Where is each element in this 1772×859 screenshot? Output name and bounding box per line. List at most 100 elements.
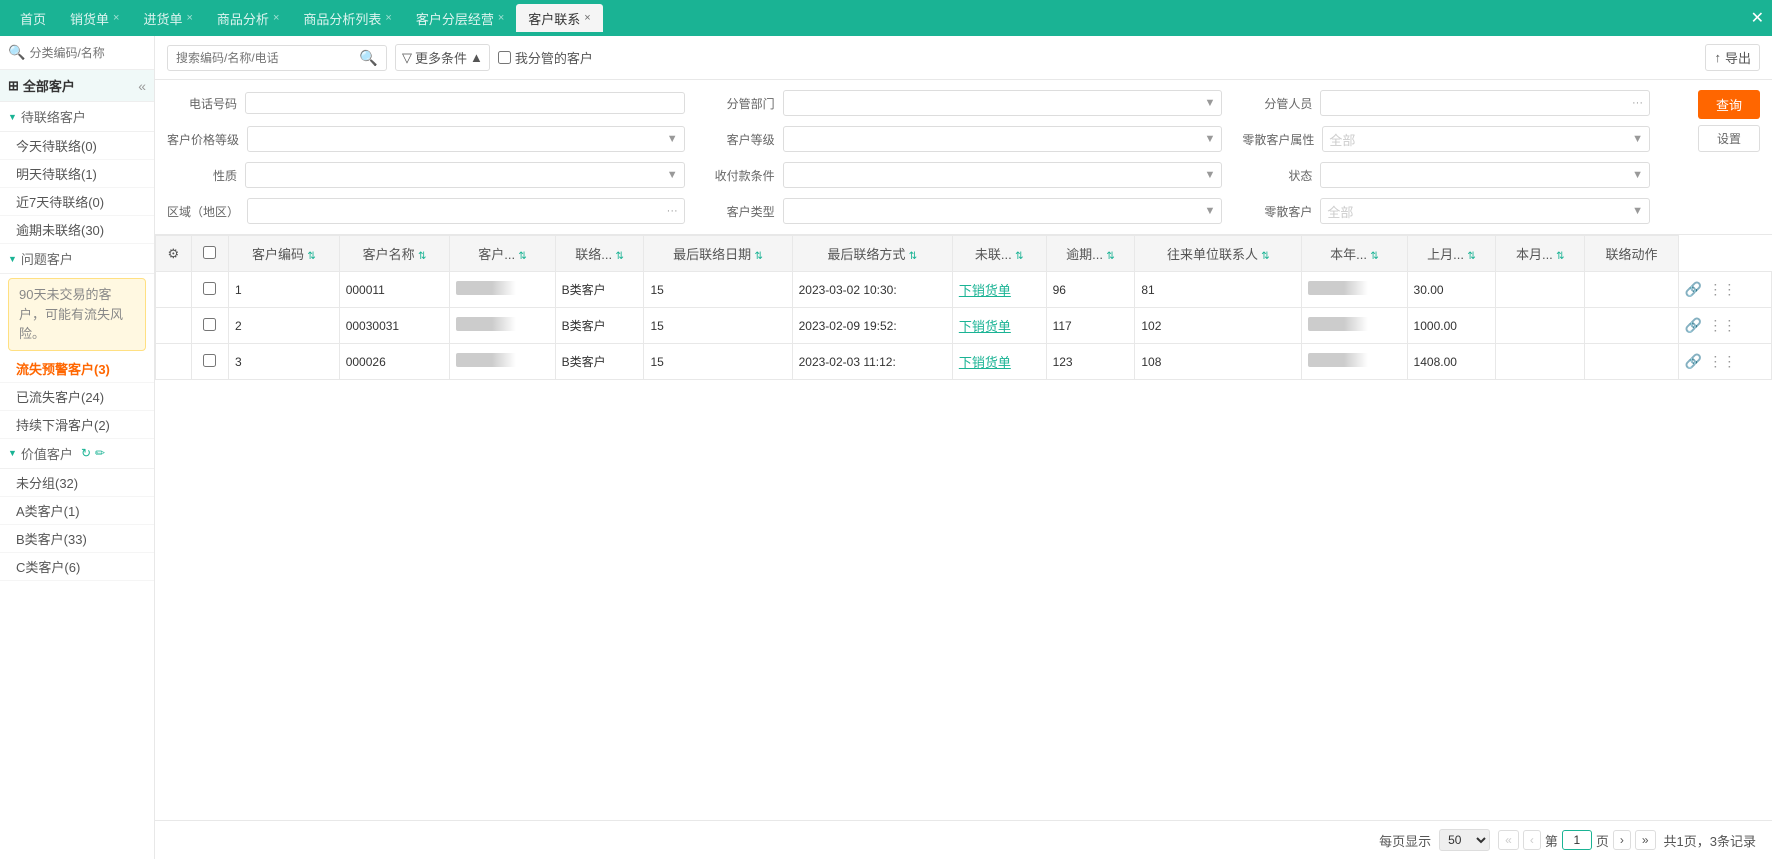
- filter-dept-select[interactable]: ▼: [783, 90, 1223, 116]
- uncontacted-column-header[interactable]: 未联... ⇅: [952, 236, 1046, 272]
- sort-icon-overdue: ⇅: [1106, 251, 1114, 262]
- action-more-icon-2[interactable]: ⋮⋮: [1708, 353, 1736, 370]
- last-method-column-header[interactable]: 最后联络方式 ⇅: [792, 236, 952, 272]
- sidebar-collapse-icon[interactable]: «: [138, 78, 146, 94]
- action-link-icon-0[interactable]: 🔗: [1685, 281, 1702, 298]
- gear-column-header[interactable]: ⚙: [156, 236, 192, 272]
- checkbox-column-header[interactable]: [191, 236, 228, 272]
- filter-region-select[interactable]: ···: [247, 198, 685, 224]
- tab-customer-contact-close[interactable]: ×: [584, 12, 590, 24]
- tab-product-list-close[interactable]: ×: [385, 12, 391, 24]
- tab-customer-layer-close[interactable]: ×: [498, 12, 504, 24]
- tab-customer-layer[interactable]: 客户分层经营 ×: [404, 4, 516, 32]
- select-all-checkbox[interactable]: [203, 246, 216, 259]
- sidebar-item-tomorrow[interactable]: 明天待联络(1): [0, 160, 154, 188]
- sidebar-item-churn-warning[interactable]: 流失预警客户(3): [0, 355, 154, 383]
- tab-sales[interactable]: 销货单 ×: [58, 4, 131, 32]
- sidebar-group-pending[interactable]: ▼ 待联络客户: [0, 102, 154, 132]
- tab-product-list[interactable]: 商品分析列表 ×: [291, 4, 403, 32]
- my-customers-checkbox[interactable]: [498, 51, 511, 64]
- tab-purchase-label: 进货单: [143, 9, 182, 28]
- row-type-0: B类客户: [555, 272, 644, 308]
- filter-retail-attr-select[interactable]: 全部 ▼: [1322, 126, 1650, 152]
- row-checkbox-1[interactable]: [191, 308, 228, 344]
- filter-manager-select[interactable]: ···: [1320, 90, 1650, 116]
- refresh-icon[interactable]: ↻: [81, 446, 91, 460]
- code-column-header[interactable]: 客户编码 ⇅: [229, 236, 340, 272]
- contact-column-header[interactable]: 联络... ⇅: [555, 236, 644, 272]
- tab-product-analysis[interactable]: 商品分析 ×: [205, 4, 291, 32]
- sidebar-item-ungrouped-label: 未分组(32): [16, 476, 78, 491]
- sidebar-item-week[interactable]: 近7天待联络(0): [0, 188, 154, 216]
- query-button[interactable]: 查询: [1698, 90, 1760, 119]
- overdue-column-header[interactable]: 逾期... ⇅: [1046, 236, 1135, 272]
- last-page-button[interactable]: »: [1635, 830, 1656, 850]
- more-conditions-button[interactable]: ▽ 更多条件 ▲: [395, 44, 490, 71]
- sidebar-item-today[interactable]: 今天待联络(0): [0, 132, 154, 160]
- sidebar-group-pending-label: 待联络客户: [21, 107, 86, 126]
- action-link-icon-1[interactable]: 🔗: [1685, 317, 1702, 334]
- tab-customer-contact[interactable]: 客户联系 ×: [516, 4, 602, 32]
- row-last-method-2[interactable]: 下销货单: [952, 344, 1046, 380]
- sidebar-all-customers[interactable]: ⊞ 全部客户 «: [0, 70, 154, 102]
- last-date-column-header[interactable]: 最后联络日期 ⇅: [644, 236, 792, 272]
- row-checkbox-0[interactable]: [191, 272, 228, 308]
- contact-person-column-header[interactable]: 往来单位联系人 ⇅: [1135, 236, 1302, 272]
- export-button[interactable]: ↑ 导出: [1705, 44, 1760, 71]
- filter-row-phone: 电话号码: [167, 90, 685, 116]
- filter-nature-select[interactable]: ▼: [245, 162, 685, 188]
- main-search-input[interactable]: [176, 51, 355, 65]
- last-month-column-label: 上月...: [1427, 247, 1464, 262]
- triangle-icon-pending: ▼: [8, 112, 17, 122]
- filter-phone-input[interactable]: [245, 92, 685, 114]
- settings-button[interactable]: 设置: [1698, 125, 1760, 152]
- filter-payment-select[interactable]: ▼: [783, 162, 1223, 188]
- filter-row-customer-type: 客户类型 ▼: [705, 198, 1223, 224]
- row-overdue-0: 81: [1135, 272, 1302, 308]
- tab-product-analysis-close[interactable]: ×: [273, 12, 279, 24]
- sidebar-item-churned[interactable]: 已流失客户(24): [0, 383, 154, 411]
- filter-price-level-select[interactable]: ▼: [247, 126, 685, 152]
- page-number-input[interactable]: [1562, 830, 1592, 850]
- sidebar-group-problem-label: 问题客户: [21, 249, 73, 268]
- filter-customer-type-select[interactable]: ▼: [783, 198, 1223, 224]
- next-page-button[interactable]: ›: [1613, 830, 1631, 850]
- year-amount-column-header[interactable]: 本年... ⇅: [1302, 236, 1407, 272]
- action-link-icon-2[interactable]: 🔗: [1685, 353, 1702, 370]
- sidebar-item-class-c[interactable]: C类客户(6): [0, 553, 154, 581]
- this-month-column-header[interactable]: 本月... ⇅: [1496, 236, 1585, 272]
- first-page-button[interactable]: «: [1498, 830, 1519, 850]
- tab-purchase[interactable]: 进货单 ×: [131, 4, 204, 32]
- main-search-icon[interactable]: 🔍: [359, 49, 378, 67]
- action-more-icon-0[interactable]: ⋮⋮: [1708, 281, 1736, 298]
- row-checkbox-2[interactable]: [191, 344, 228, 380]
- row-last-method-0[interactable]: 下销货单: [952, 272, 1046, 308]
- edit-icon[interactable]: ✏: [95, 446, 105, 460]
- year-amount-column-label: 本年...: [1330, 247, 1367, 262]
- sidebar-group-problem[interactable]: ▼ 问题客户: [0, 244, 154, 274]
- sidebar-item-ungrouped[interactable]: 未分组(32): [0, 469, 154, 497]
- sidebar-item-overdue[interactable]: 逾期未联络(30): [0, 216, 154, 244]
- filter-customer-level-select[interactable]: ▼: [783, 126, 1223, 152]
- filter-retail-select[interactable]: 全部 ▼: [1320, 198, 1650, 224]
- prev-page-button[interactable]: ‹: [1523, 830, 1541, 850]
- type-column-header[interactable]: 客户... ⇅: [450, 236, 555, 272]
- sidebar-item-churn-warning-label: 流失预警客户(3): [16, 362, 110, 377]
- gear-icon[interactable]: ⚙: [167, 246, 179, 261]
- name-column-header[interactable]: 客户名称 ⇅: [339, 236, 450, 272]
- tab-sales-close[interactable]: ×: [113, 12, 119, 24]
- per-page-select[interactable]: 50 100 200: [1439, 829, 1490, 851]
- my-customers-checkbox-wrap[interactable]: 我分管的客户: [498, 48, 593, 67]
- close-window-button[interactable]: ✕: [1751, 8, 1764, 28]
- sidebar-group-value[interactable]: ▼ 价值客户 ↻ ✏: [0, 439, 154, 469]
- row-last-method-1[interactable]: 下销货单: [952, 308, 1046, 344]
- sidebar-item-class-a[interactable]: A类客户(1): [0, 497, 154, 525]
- last-month-column-header[interactable]: 上月... ⇅: [1407, 236, 1496, 272]
- sidebar-search-input[interactable]: [29, 46, 146, 60]
- sidebar-item-class-b[interactable]: B类客户(33): [0, 525, 154, 553]
- tab-purchase-close[interactable]: ×: [186, 12, 192, 24]
- tab-home[interactable]: 首页: [8, 4, 58, 32]
- action-more-icon-1[interactable]: ⋮⋮: [1708, 317, 1736, 334]
- sidebar-item-declining[interactable]: 持续下滑客户(2): [0, 411, 154, 439]
- filter-status-select[interactable]: ▼: [1320, 162, 1650, 188]
